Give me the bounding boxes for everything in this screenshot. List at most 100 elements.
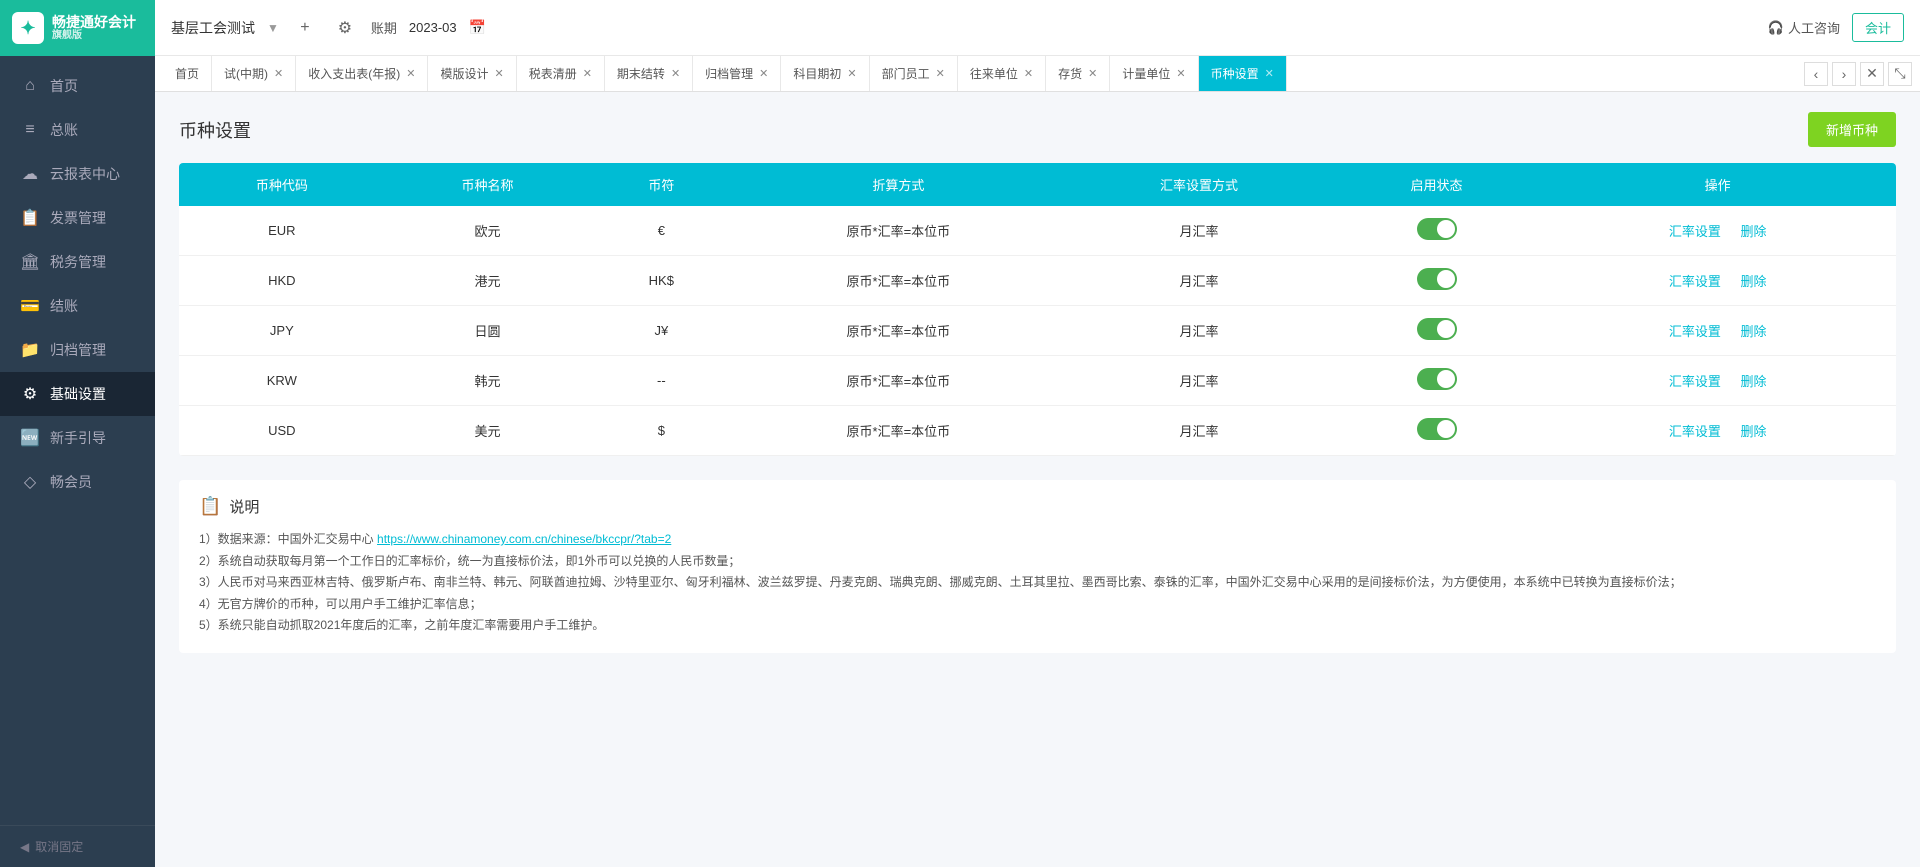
page-title: 币种设置 [179, 117, 251, 143]
tab-close-subject-init[interactable]: ✕ [847, 67, 856, 80]
cell-conversion-0: 原币*汇率=本位币 [732, 206, 1064, 256]
new-currency-button[interactable]: 新增币种 [1808, 112, 1896, 147]
tab-subject-init[interactable]: 科目期初 ✕ [781, 56, 869, 92]
cell-name-2: 日圆 [385, 306, 591, 356]
delete-link-1[interactable]: 删除 [1741, 274, 1767, 289]
calendar-icon[interactable]: 📅 [469, 19, 486, 36]
tab-inventory[interactable]: 存货 ✕ [1046, 56, 1110, 92]
sidebar-item-home[interactable]: ⌂ 首页 [0, 64, 155, 108]
tab-close-period-end[interactable]: ✕ [671, 67, 680, 80]
tab-close-income[interactable]: ✕ [406, 67, 415, 80]
toggle-track-1 [1417, 268, 1457, 290]
tab-income[interactable]: 收入支出表(年报) ✕ [296, 56, 428, 92]
notes-item: 4）无官方牌价的币种，可以用户手工维护汇率信息； [199, 594, 1876, 616]
col-symbol: 币符 [590, 163, 732, 206]
guide-icon: 🆕 [20, 428, 40, 448]
sidebar-pin-toggle[interactable]: ◀ 取消固定 [0, 825, 155, 867]
cell-code-0: EUR [179, 206, 385, 256]
delete-link-0[interactable]: 删除 [1741, 224, 1767, 239]
cell-symbol-1: HK$ [590, 256, 732, 306]
rate-setting-link-3[interactable]: 汇率设置 [1669, 374, 1721, 389]
col-status: 启用状态 [1334, 163, 1540, 206]
cell-symbol-0: € [590, 206, 732, 256]
workspace-dropdown-icon[interactable]: ▼ [267, 21, 279, 35]
tab-close-dept[interactable]: ✕ [936, 67, 945, 80]
toggle-2[interactable] [1417, 318, 1457, 340]
main-area: 基层工会测试 ▼ + ⚙ 账期 2023-03 📅 🎧 人工咨询 会计 首页 试… [155, 0, 1920, 867]
sidebar-item-reports[interactable]: ☁ 云报表中心 [0, 152, 155, 196]
tab-customers[interactable]: 往来单位 ✕ [958, 56, 1046, 92]
tab-expand-button[interactable]: ⤡ [1888, 62, 1912, 86]
settings-button[interactable]: ⚙ [331, 14, 359, 42]
workspace-name: 基层工会测试 [171, 18, 255, 38]
content-area: 币种设置 新增币种 币种代码 币种名称 币符 折算方式 汇率设置方式 启用状态 … [155, 92, 1920, 867]
delete-link-4[interactable]: 删除 [1741, 424, 1767, 439]
toggle-thumb-4 [1437, 420, 1455, 438]
toggle-0[interactable] [1417, 218, 1457, 240]
notes-list: 1）数据来源：中国外汇交易中心 https://www.chinamoney.c… [199, 529, 1876, 637]
tab-close-archive[interactable]: ✕ [759, 67, 768, 80]
account-button[interactable]: 会计 [1852, 13, 1904, 42]
toggle-thumb-0 [1437, 220, 1455, 238]
delete-link-2[interactable]: 删除 [1741, 324, 1767, 339]
toggle-3[interactable] [1417, 368, 1457, 390]
tab-close-inventory[interactable]: ✕ [1088, 67, 1097, 80]
toggle-4[interactable] [1417, 418, 1457, 440]
tab-archive[interactable]: 归档管理 ✕ [693, 56, 781, 92]
rate-setting-link-0[interactable]: 汇率设置 [1669, 224, 1721, 239]
toggle-thumb-2 [1437, 320, 1455, 338]
consult-button[interactable]: 🎧 人工咨询 [1768, 18, 1840, 37]
tab-close-customers[interactable]: ✕ [1024, 67, 1033, 80]
col-name: 币种名称 [385, 163, 591, 206]
pin-icon: ◀ [20, 840, 29, 854]
sidebar-item-archive[interactable]: 📁 归档管理 [0, 328, 155, 372]
table-header-row: 币种代码 币种名称 币符 折算方式 汇率设置方式 启用状态 操作 [179, 163, 1896, 206]
sidebar-item-ledger[interactable]: ≡ 总账 [0, 108, 155, 152]
rate-setting-link-4[interactable]: 汇率设置 [1669, 424, 1721, 439]
cell-rate-type-1: 月汇率 [1064, 256, 1333, 306]
tab-template[interactable]: 模版设计 ✕ [428, 56, 516, 92]
tab-currency[interactable]: 币种设置 ✕ [1199, 56, 1287, 92]
tab-dept[interactable]: 部门员工 ✕ [870, 56, 958, 92]
col-conversion: 折算方式 [732, 163, 1064, 206]
cell-rate-type-2: 月汇率 [1064, 306, 1333, 356]
archive-icon: 📁 [20, 340, 40, 360]
notes-icon: 📋 [199, 496, 221, 517]
member-icon: ◇ [20, 472, 40, 492]
cell-code-2: JPY [179, 306, 385, 356]
tab-controls: ‹ › ✕ ⤡ [1804, 62, 1912, 86]
tab-unit[interactable]: 计量单位 ✕ [1110, 56, 1198, 92]
tab-next-button[interactable]: › [1832, 62, 1856, 86]
tab-close-template[interactable]: ✕ [494, 67, 503, 80]
sidebar-item-checkout[interactable]: 💳 结账 [0, 284, 155, 328]
tab-prev-button[interactable]: ‹ [1804, 62, 1828, 86]
tab-close-all-button[interactable]: ✕ [1860, 62, 1884, 86]
cell-name-1: 港元 [385, 256, 591, 306]
delete-link-3[interactable]: 删除 [1741, 374, 1767, 389]
sidebar-item-guide[interactable]: 🆕 新手引导 [0, 416, 155, 460]
add-workspace-button[interactable]: + [291, 14, 319, 42]
rate-setting-link-2[interactable]: 汇率设置 [1669, 324, 1721, 339]
tab-close-currency[interactable]: ✕ [1265, 67, 1274, 80]
tab-close-unit[interactable]: ✕ [1176, 67, 1185, 80]
notes-link[interactable]: https://www.chinamoney.com.cn/chinese/bk… [377, 532, 671, 546]
tab-home[interactable]: 首页 [163, 56, 212, 92]
tab-balance[interactable]: 试(中期) ✕ [212, 56, 296, 92]
tab-period-end[interactable]: 期末结转 ✕ [605, 56, 693, 92]
tab-close-tax[interactable]: ✕ [583, 67, 592, 80]
tab-tax[interactable]: 税表清册 ✕ [517, 56, 605, 92]
tab-close-balance[interactable]: ✕ [274, 67, 283, 80]
toggle-thumb-1 [1437, 270, 1455, 288]
cell-rate-type-3: 月汇率 [1064, 356, 1333, 406]
sidebar-item-settings[interactable]: ⚙ 基础设置 [0, 372, 155, 416]
cell-code-3: KRW [179, 356, 385, 406]
sidebar-item-member[interactable]: ◇ 畅会员 [0, 460, 155, 504]
toggle-1[interactable] [1417, 268, 1457, 290]
cell-symbol-3: -- [590, 356, 732, 406]
rate-setting-link-1[interactable]: 汇率设置 [1669, 274, 1721, 289]
sidebar-item-invoice[interactable]: 📋 发票管理 [0, 196, 155, 240]
cell-rate-type-0: 月汇率 [1064, 206, 1333, 256]
sidebar-item-tax[interactable]: 🏛 税务管理 [0, 240, 155, 284]
cell-actions-2: 汇率设置 删除 [1539, 306, 1896, 356]
cell-conversion-4: 原币*汇率=本位币 [732, 406, 1064, 456]
